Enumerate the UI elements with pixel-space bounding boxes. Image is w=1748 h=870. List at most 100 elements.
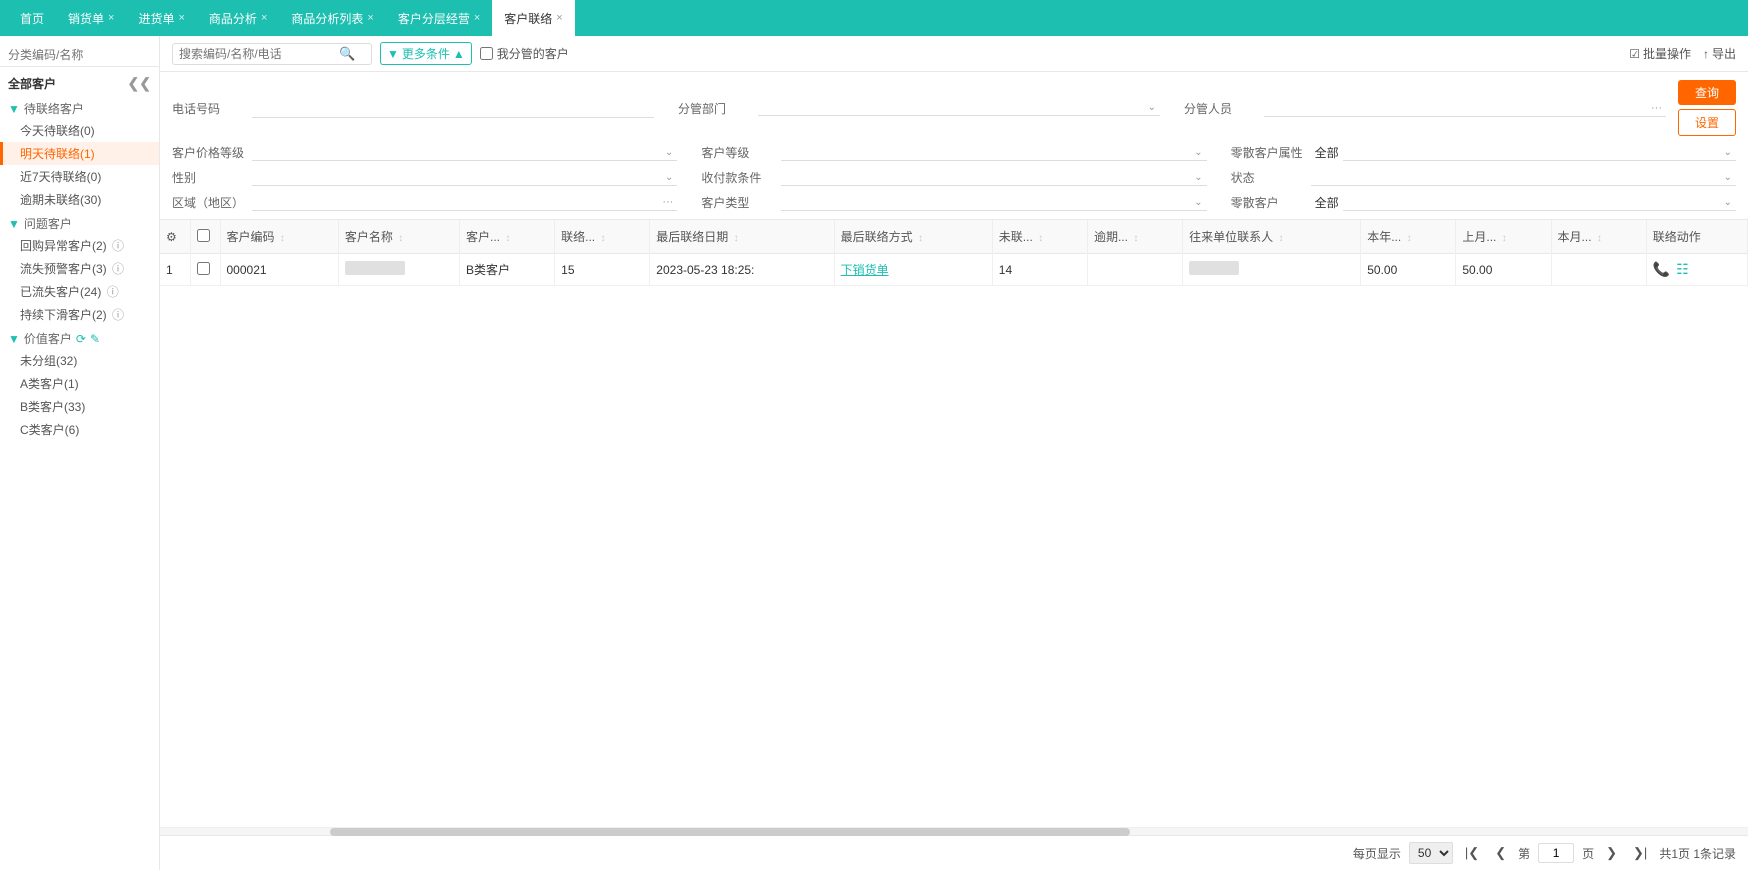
sidebar-item-class-c[interactable]: C类客户(6)	[0, 418, 159, 441]
filter-row-2: 客户价格等级 ⌄ 客户等级 ⌄ 零散客户属性	[172, 144, 1736, 161]
filter-actions: 查询 设置	[1678, 80, 1736, 136]
nav-customer-segment[interactable]: 客户分层经营 ×	[386, 0, 492, 36]
sort-icon: ↕	[505, 233, 510, 244]
nav-purchase[interactable]: 进货单 ×	[126, 0, 196, 36]
filter-dept: 分管部门 ⌄	[678, 100, 1160, 117]
chevron-down-icon: ⌄	[1724, 197, 1732, 208]
sidebar-item-ungrouped[interactable]: 未分组(32)	[0, 349, 159, 372]
customer-type-select[interactable]: ⌄	[781, 195, 1206, 211]
th-unit-contact[interactable]: 往来单位联系人 ↕	[1183, 220, 1361, 254]
sidebar-item-today[interactable]: 今天待联络(0)	[0, 119, 159, 142]
nav-sales[interactable]: 销货单 ×	[56, 0, 126, 36]
sidebar-item-overdue[interactable]: 逾期未联络(30)	[0, 188, 159, 211]
export-icon: ↑	[1703, 47, 1709, 61]
td-checkbox[interactable]	[190, 254, 220, 286]
filter-retail-attr: 零散客户属性 全部 ⌄	[1231, 144, 1736, 161]
td-code: 000021	[220, 254, 338, 286]
nav-customer-contact[interactable]: 客户联络 ×	[492, 0, 574, 36]
region-select[interactable]: ···	[252, 194, 677, 211]
close-icon[interactable]: ×	[108, 12, 114, 24]
sidebar-item-churned[interactable]: 已流失客户(24) ⓘ	[0, 280, 159, 303]
row-checkbox[interactable]	[197, 262, 210, 275]
filter-price-level: 客户价格等级 ⌄	[172, 144, 677, 161]
status-select[interactable]: ⌄	[1311, 170, 1736, 186]
sidebar-item-declining[interactable]: 持续下滑客户(2) ⓘ	[0, 303, 159, 326]
nav-analysis-list[interactable]: 商品分析列表 ×	[279, 0, 385, 36]
th-settings[interactable]: ⚙	[160, 220, 190, 254]
th-type[interactable]: 客户... ↕	[459, 220, 554, 254]
more-filter-button[interactable]: ▼ 更多条件 ▲	[380, 42, 472, 65]
retail-customer-select[interactable]: ⌄	[1343, 195, 1736, 211]
dept-select[interactable]: ⌄	[758, 100, 1160, 116]
sidebar-group-pending[interactable]: ▼ 待联络客户	[0, 96, 159, 119]
sidebar-group-value[interactable]: ▼ 价值客户 ⟳ ✎	[0, 326, 159, 349]
search-icon[interactable]: 🔍	[339, 46, 355, 62]
toolbar: 🔍 ▼ 更多条件 ▲ 我分管的客户 ☑ 批量操作 ↑ 导出	[160, 36, 1748, 72]
filter-gender: 性别 ⌄	[172, 169, 677, 186]
export-button[interactable]: ↑ 导出	[1703, 45, 1736, 62]
sidebar-search-input[interactable]	[8, 48, 160, 62]
phone-input[interactable]	[252, 99, 654, 118]
chevron-down-icon: ⌄	[1724, 147, 1732, 158]
td-last-date: 2023-05-23 18:25:	[650, 254, 834, 286]
sidebar-item-class-a[interactable]: A类客户(1)	[0, 372, 159, 395]
query-button[interactable]: 查询	[1678, 80, 1736, 105]
horizontal-scrollbar[interactable]	[160, 827, 1748, 835]
filter-customer-level: 客户等级 ⌄	[701, 144, 1206, 161]
sidebar-item-repurchase[interactable]: 回购异常客户(2) ⓘ	[0, 234, 159, 257]
sidebar-item-churn-warning[interactable]: 流失预警客户(3) ⓘ	[0, 257, 159, 280]
customer-level-select[interactable]: ⌄	[781, 145, 1206, 161]
last-page-button[interactable]: ❯|	[1629, 843, 1651, 863]
th-this-month[interactable]: 本月... ↕	[1551, 220, 1646, 254]
gender-select[interactable]: ⌄	[252, 170, 677, 186]
sort-icon: ↕	[398, 233, 403, 244]
th-checkbox[interactable]	[190, 220, 220, 254]
person-select[interactable]: ···	[1264, 100, 1666, 117]
th-this-year[interactable]: 本年... ↕	[1361, 220, 1456, 254]
th-code[interactable]: 客户编码 ↕	[220, 220, 338, 254]
bulk-action-button[interactable]: ☑ 批量操作	[1629, 45, 1691, 62]
th-last-month[interactable]: 上月... ↕	[1456, 220, 1551, 254]
refresh-icon[interactable]: ⟳	[76, 332, 86, 346]
prev-page-button[interactable]: ❮	[1491, 843, 1510, 863]
close-icon[interactable]: ×	[261, 12, 267, 24]
sidebar-item-tomorrow[interactable]: 明天待联络(1)	[0, 142, 159, 165]
page-number-input[interactable]	[1538, 843, 1574, 863]
chevron-up-icon: ▲	[453, 47, 465, 61]
retail-attr-select[interactable]: ⌄	[1343, 145, 1736, 161]
search-input[interactable]	[179, 47, 339, 61]
setting-button[interactable]: 设置	[1678, 109, 1736, 136]
select-all-checkbox[interactable]	[197, 229, 210, 242]
per-page-select[interactable]: 50	[1409, 842, 1453, 864]
phone-icon[interactable]: 📞	[1653, 261, 1670, 278]
payment-select[interactable]: ⌄	[781, 170, 1206, 186]
th-unpaid[interactable]: 未联... ↕	[992, 220, 1087, 254]
scrollbar-thumb[interactable]	[330, 828, 1130, 836]
sidebar-all-customers[interactable]: 全部客户 ❮❮	[0, 71, 159, 96]
th-contact[interactable]: 联络... ↕	[555, 220, 650, 254]
my-customers-checkbox[interactable]	[480, 47, 493, 60]
nav-home[interactable]: 首页	[8, 0, 56, 36]
th-last-method[interactable]: 最后联络方式 ↕	[834, 220, 992, 254]
nav-analysis[interactable]: 商品分析 ×	[197, 0, 279, 36]
sidebar-item-7days[interactable]: 近7天待联络(0)	[0, 165, 159, 188]
sidebar-item-class-b[interactable]: B类客户(33)	[0, 395, 159, 418]
th-name[interactable]: 客户名称 ↕	[338, 220, 459, 254]
content-area: 🔍 ▼ 更多条件 ▲ 我分管的客户 ☑ 批量操作 ↑ 导出	[160, 36, 1748, 870]
next-page-button[interactable]: ❯	[1602, 843, 1621, 863]
first-page-button[interactable]: |❮	[1461, 843, 1483, 863]
close-icon[interactable]: ×	[367, 12, 373, 24]
th-last-date[interactable]: 最后联络日期 ↕	[650, 220, 834, 254]
th-overdue[interactable]: 逾期... ↕	[1087, 220, 1182, 254]
close-icon[interactable]: ×	[178, 12, 184, 24]
edit-icon[interactable]: ✎	[90, 332, 100, 346]
close-icon[interactable]: ×	[556, 12, 562, 24]
close-icon[interactable]: ×	[474, 12, 480, 24]
my-customers-checkbox-label[interactable]: 我分管的客户	[480, 45, 569, 62]
td-overdue	[1087, 254, 1182, 286]
sidebar-group-problem[interactable]: ▼ 问题客户	[0, 211, 159, 234]
info-icon: ⓘ	[112, 239, 124, 253]
price-level-select[interactable]: ⌄	[252, 145, 677, 161]
td-last-method[interactable]: 下销货单	[834, 254, 992, 286]
grid-icon[interactable]: ☷	[1676, 261, 1689, 278]
